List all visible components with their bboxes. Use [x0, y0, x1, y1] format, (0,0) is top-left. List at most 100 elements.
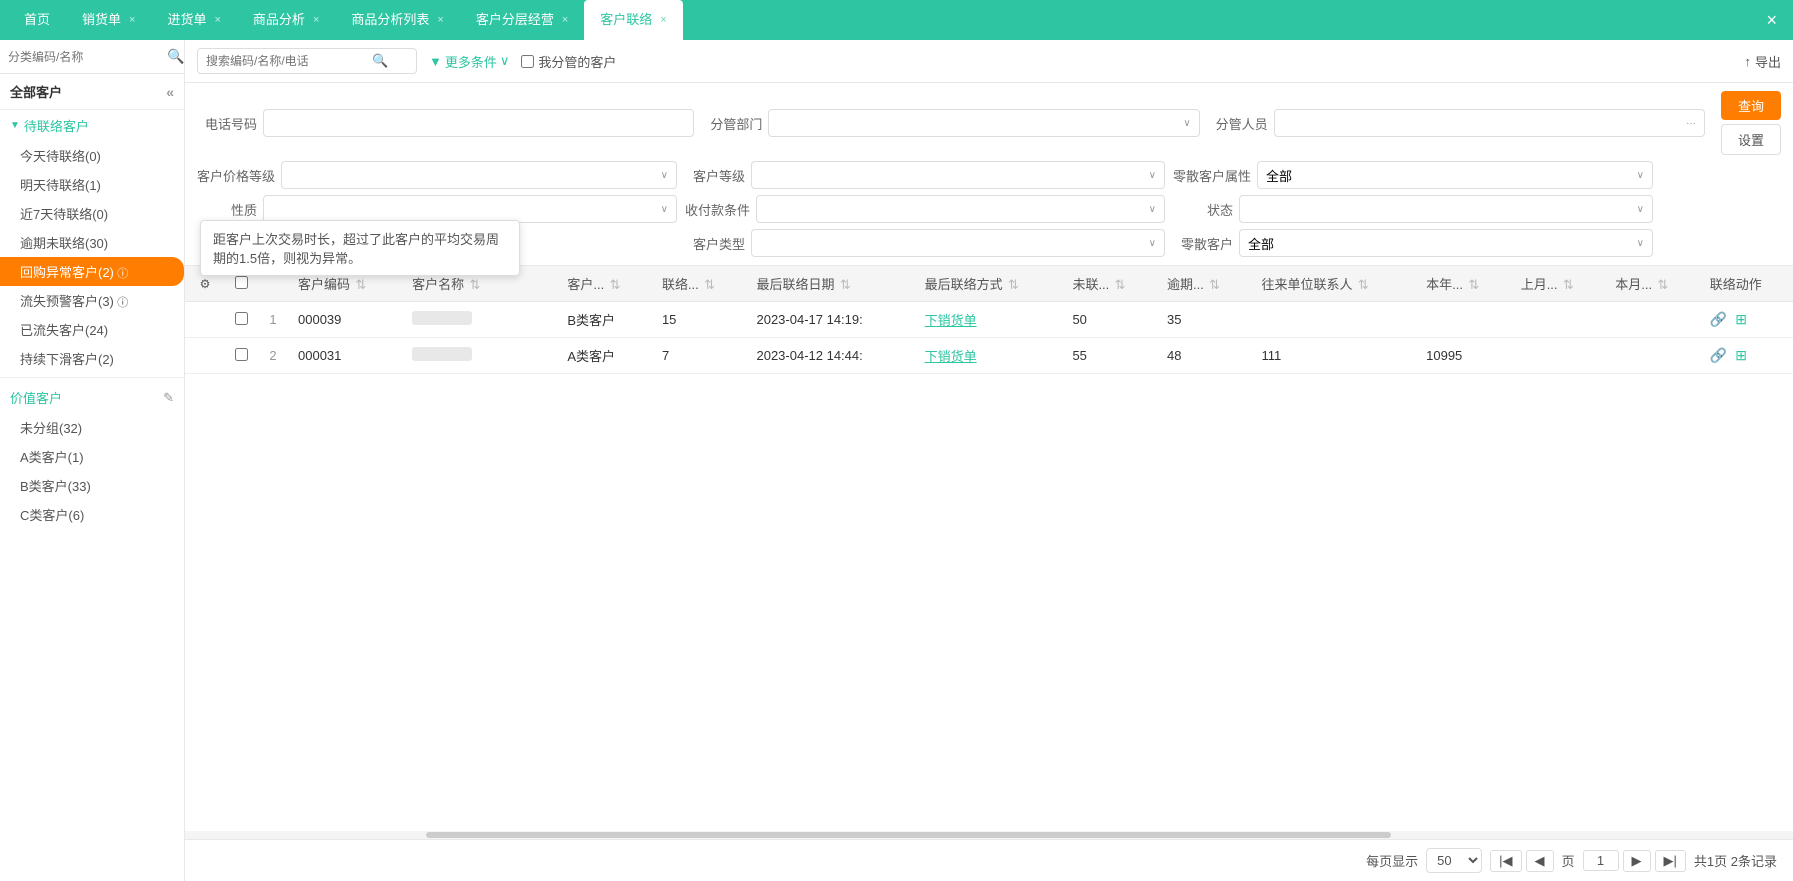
col-uncontacted[interactable]: 未联... ⇅: [1062, 266, 1157, 302]
phone-input[interactable]: [263, 109, 694, 137]
row1-grid-icon[interactable]: ⊞: [1735, 311, 1747, 328]
col-last-date[interactable]: 最后联络日期 ⇅: [746, 266, 914, 302]
page-input[interactable]: [1583, 850, 1619, 871]
horizontal-scrollbar[interactable]: [185, 831, 1793, 839]
row2-grid-icon[interactable]: ⊞: [1735, 347, 1747, 364]
collapse-sidebar-icon[interactable]: «: [166, 84, 174, 100]
gender-label: 性质: [197, 200, 257, 219]
cust-level-select[interactable]: ∨: [751, 161, 1165, 189]
top-nav: 首页 销货单 × 进货单 × 商品分析 × 商品分析列表 × 客户分层经营 × …: [0, 0, 1793, 40]
export-button[interactable]: ↑ 导出: [1744, 52, 1781, 71]
chevron-down-icon: ∨: [1183, 118, 1190, 129]
col-contacts[interactable]: 联络... ⇅: [652, 266, 747, 302]
filter-row-1: 电话号码 分管部门 ∨ 分管人员 ···: [197, 91, 1781, 155]
tab-home[interactable]: 首页: [8, 0, 66, 40]
status-select[interactable]: ∨: [1239, 195, 1653, 223]
chevron-icon9: ∨: [1149, 238, 1156, 249]
tab-goods-analysis-list[interactable]: 商品分析列表 ×: [335, 0, 459, 40]
last-page-button[interactable]: ▶|: [1655, 850, 1686, 872]
sidebar-item-ungrouped[interactable]: 未分组(32): [0, 413, 184, 442]
col-this-year[interactable]: 本年... ⇅: [1416, 266, 1511, 302]
sort-icon-unit: ⇅: [1358, 277, 1369, 292]
sidebar-item-lost[interactable]: 已流失客户(24): [0, 315, 184, 344]
filter-toolbar: 🔍 ▼ 更多条件 ∨ 我分管的客户 ↑ 导出: [185, 40, 1793, 83]
sort-icon-way: ⇅: [1008, 277, 1019, 292]
prev-page-button[interactable]: ◀: [1526, 850, 1554, 872]
sidebar-group-value[interactable]: 价值客户 ✎: [0, 382, 184, 413]
gender-select[interactable]: ∨: [263, 195, 677, 223]
retail-cust-select[interactable]: 全部 ∨: [1239, 229, 1653, 257]
all-customers-header[interactable]: 全部客户 «: [0, 74, 184, 110]
sidebar-item-loss-warning[interactable]: 流失预警客户(3) ⓘ: [0, 286, 184, 315]
sort-icon-year: ⇅: [1468, 277, 1479, 292]
sidebar-item-b-class[interactable]: B类客户(33): [0, 471, 184, 500]
close-goods-analysis-tab[interactable]: ×: [313, 0, 319, 40]
sort-icon-code: ⇅: [355, 277, 366, 292]
col-overdue[interactable]: 逾期... ⇅: [1157, 266, 1252, 302]
cust-type-select[interactable]: ∨: [751, 229, 1165, 257]
tab-purchase[interactable]: 进货单 ×: [151, 0, 236, 40]
row1-select-checkbox[interactable]: [235, 312, 248, 325]
close-purchase-tab[interactable]: ×: [214, 0, 220, 40]
tab-sales[interactable]: 销货单 ×: [66, 0, 151, 40]
row1-action-icons: 🔗 ⊞: [1710, 311, 1783, 328]
dept-select[interactable]: ∨: [768, 109, 1199, 137]
tab-customer-contact[interactable]: 客户联络 ×: [584, 0, 682, 40]
row1-name-blurred: [412, 311, 472, 325]
sidebar-item-c-class[interactable]: C类客户(6): [0, 500, 184, 529]
manager-label: 分管人员: [1208, 114, 1268, 133]
per-page-select[interactable]: 50 100 200: [1426, 848, 1482, 873]
chevron-icon3: ∨: [661, 170, 668, 181]
row2-select-checkbox[interactable]: [235, 348, 248, 361]
more-conditions-btn[interactable]: ▼ 更多条件 ∨: [429, 52, 509, 71]
sidebar-group-pending[interactable]: ▼ 待联络客户: [0, 110, 184, 141]
row1-this-month: [1605, 302, 1700, 338]
sidebar-item-tomorrow-pending[interactable]: 明天待联络(1): [0, 170, 184, 199]
sidebar-group-icons: ✎: [163, 390, 174, 406]
my-customers-checkbox[interactable]: [521, 55, 534, 68]
row1-link-icon[interactable]: 🔗: [1710, 311, 1727, 328]
query-button[interactable]: 查询: [1721, 91, 1781, 120]
tab-goods-analysis[interactable]: 商品分析 ×: [237, 0, 335, 40]
col-this-month[interactable]: 本月... ⇅: [1605, 266, 1700, 302]
retail-attr-label: 零散客户属性: [1173, 166, 1251, 185]
row2-last-way-link[interactable]: 下销货单: [925, 349, 977, 364]
first-page-button[interactable]: |◀: [1490, 850, 1521, 872]
sidebar-item-overdue-pending[interactable]: 逾期未联络(30): [0, 228, 184, 257]
sidebar-item-7days-pending[interactable]: 近7天待联络(0): [0, 199, 184, 228]
tab-customer-segment[interactable]: 客户分层经营 ×: [460, 0, 584, 40]
col-last-way[interactable]: 最后联络方式 ⇅: [915, 266, 1063, 302]
sidebar-item-repurchase-abnormal[interactable]: 回购异常客户(2) ⓘ: [0, 257, 184, 286]
price-level-select[interactable]: ∨: [281, 161, 677, 189]
settings-button[interactable]: 设置: [1721, 124, 1781, 155]
close-sales-tab[interactable]: ×: [129, 0, 135, 40]
filter-gender: 性质 ∨: [197, 195, 677, 223]
retail-attr-select[interactable]: 全部 ∨: [1257, 161, 1653, 189]
sidebar-item-today-pending[interactable]: 今天待联络(0): [0, 141, 184, 170]
close-customer-segment-tab[interactable]: ×: [562, 0, 568, 40]
phone-label: 电话号码: [197, 114, 257, 133]
col-last-month[interactable]: 上月... ⇅: [1511, 266, 1606, 302]
manager-select[interactable]: ···: [1274, 109, 1705, 137]
close-all-button[interactable]: ×: [1758, 10, 1785, 31]
col-category[interactable]: 客户... ⇅: [557, 266, 652, 302]
edit-icon[interactable]: ✎: [163, 390, 174, 406]
row1-last-way-link[interactable]: 下销货单: [925, 313, 977, 328]
payment-select[interactable]: ∨: [756, 195, 1165, 223]
row1-checkbox: [225, 302, 258, 338]
search-input[interactable]: [206, 54, 366, 68]
close-goods-analysis-list-tab[interactable]: ×: [437, 0, 443, 40]
row2-link-icon[interactable]: 🔗: [1710, 347, 1727, 364]
col-unit-contacts[interactable]: 往来单位联系人 ⇅: [1252, 266, 1417, 302]
close-customer-contact-tab[interactable]: ×: [660, 0, 666, 40]
sidebar-search-icon[interactable]: 🔍: [167, 48, 184, 65]
next-page-button[interactable]: ▶: [1623, 850, 1651, 872]
sidebar-search-input[interactable]: [8, 50, 163, 64]
table-row: 2 000031 A类客户 7: [185, 338, 1793, 374]
search-icon[interactable]: 🔍: [372, 53, 388, 69]
sidebar-item-declining[interactable]: 持续下滑客户(2): [0, 344, 184, 373]
row1-uncontacted: 50: [1062, 302, 1157, 338]
price-level-label: 客户价格等级: [197, 166, 275, 185]
sidebar-item-a-class[interactable]: A类客户(1): [0, 442, 184, 471]
select-all-checkbox[interactable]: [235, 276, 248, 289]
